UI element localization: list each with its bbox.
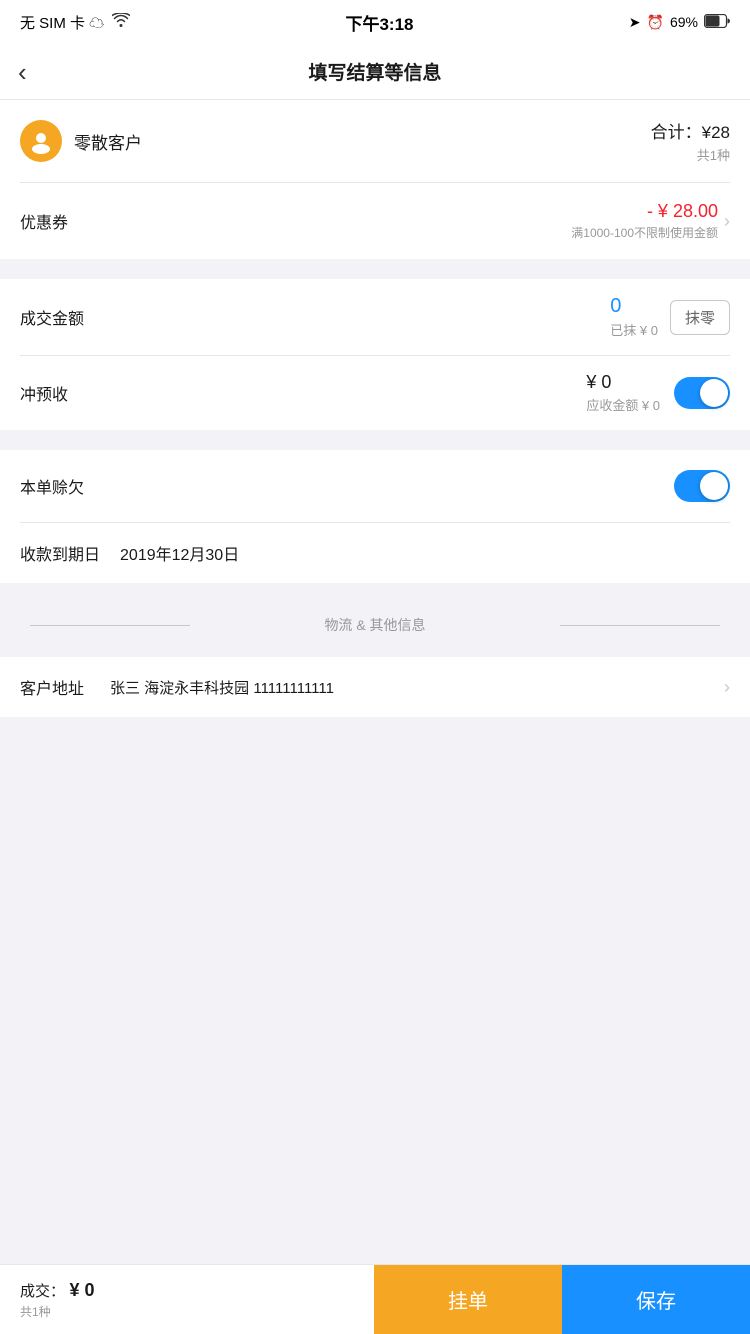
total-count: 共1种	[651, 145, 730, 164]
avatar	[20, 120, 62, 162]
footer-deal-row: 成交： ¥ 0	[20, 1280, 354, 1301]
debt-section: 本单赊欠 收款到期日 2019年12月30日	[0, 450, 750, 583]
coupon-right: - ¥ 28.00 满1000-100不限制使用金额 ›	[571, 201, 730, 241]
footer-count: 共1种	[20, 1303, 354, 1320]
coupon-row[interactable]: 优惠券 - ¥ 28.00 满1000-100不限制使用金额 ›	[0, 183, 750, 259]
save-button[interactable]: 保存	[562, 1265, 750, 1334]
customer-row: 零散客户 合计：¥28 共1种	[0, 100, 750, 182]
prepaid-row: 冲预收 ¥ 0 应收金额 ¥ 0	[0, 356, 750, 430]
footer-deal-amount: ¥ 0	[69, 1280, 94, 1300]
debt-toggle[interactable]	[674, 470, 730, 502]
prepaid-sub: 应收金额 ¥ 0	[586, 395, 660, 414]
coupon-info: - ¥ 28.00 满1000-100不限制使用金额	[571, 201, 718, 241]
prepaid-right: ¥ 0 应收金额 ¥ 0	[586, 372, 730, 414]
location-icon: ➤	[629, 14, 641, 31]
deal-amount-section: 成交金额 0 已抹 ¥ 0 抹零 冲预收 ¥ 0 应收金额 ¥ 0	[0, 279, 750, 430]
coupon-desc: 满1000-100不限制使用金额	[571, 224, 718, 241]
customer-name: 零散客户	[74, 129, 142, 154]
duedate-row: 收款到期日 2019年12月30日	[0, 523, 750, 583]
prepaid-toggle[interactable]	[674, 377, 730, 409]
debt-toggle-knob	[700, 472, 728, 500]
footer: 成交： ¥ 0 共1种 挂单 保存	[0, 1264, 750, 1334]
round-off-button[interactable]: 抹零	[670, 300, 730, 335]
coupon-label: 优惠券	[20, 209, 68, 233]
deal-amount-row: 成交金额 0 已抹 ¥ 0 抹零	[0, 279, 750, 355]
logistics-divider: 物流 & 其他信息	[0, 603, 750, 647]
duedate-value: 2019年12月30日	[120, 541, 239, 565]
bottom-space	[0, 727, 750, 927]
status-right: ➤ ⏰ 69%	[629, 14, 730, 31]
address-value: 张三 海淀永丰科技园 11111111111	[100, 677, 724, 698]
customer-total: 合计：¥28 共1种	[651, 118, 730, 164]
coupon-discount: - ¥ 28.00	[571, 201, 718, 222]
page-title: 填写结算等信息	[308, 58, 441, 85]
customer-left: 零散客户	[20, 120, 142, 162]
chevron-right-icon: ›	[724, 211, 730, 232]
toggle-knob	[700, 379, 728, 407]
address-chevron-icon: ›	[724, 677, 730, 698]
footer-info: 成交： ¥ 0 共1种	[0, 1280, 374, 1320]
deal-amount-right: 0 已抹 ¥ 0 抹零	[610, 295, 730, 339]
hold-button[interactable]: 挂单	[374, 1265, 562, 1334]
section-gap-4	[0, 647, 750, 657]
address-section: 客户地址 张三 海淀永丰科技园 11111111111 ›	[0, 657, 750, 717]
status-left: 无 SIM 卡 ☁	[20, 12, 130, 33]
logistics-label: 物流 & 其他信息	[312, 615, 437, 635]
deal-amount-sub: 已抹 ¥ 0	[610, 320, 658, 339]
address-row[interactable]: 客户地址 张三 海淀永丰科技园 11111111111 ›	[0, 657, 750, 717]
footer-deal-label: 成交：	[20, 1283, 65, 1300]
section-gap-2	[0, 440, 750, 450]
status-bar: 无 SIM 卡 ☁ 下午3:18 ➤ ⏰ 69%	[0, 0, 750, 44]
customer-section: 零散客户 合计：¥28 共1种 优惠券 - ¥ 28.00 满1000-100不…	[0, 100, 750, 259]
total-amount: 合计：¥28	[651, 118, 730, 143]
sim-label: 无 SIM 卡 ☁	[20, 12, 104, 33]
wifi-icon	[112, 13, 130, 31]
prepaid-amount: ¥ 0	[586, 372, 660, 393]
deal-amount-value: 0	[610, 295, 658, 318]
battery-icon	[704, 14, 730, 31]
prepaid-label: 冲预收	[20, 381, 68, 405]
debt-row: 本单赊欠	[0, 450, 750, 522]
address-label: 客户地址	[20, 675, 100, 699]
deal-amount-value-block: 0 已抹 ¥ 0	[610, 295, 658, 339]
duedate-label: 收款到期日	[20, 541, 100, 565]
battery-percent: 69%	[670, 14, 698, 30]
section-gap-3	[0, 593, 750, 603]
status-time: 下午3:18	[345, 10, 413, 35]
deal-amount-label: 成交金额	[20, 305, 100, 329]
alarm-icon: ⏰	[647, 14, 664, 31]
back-button[interactable]: ‹	[18, 59, 27, 85]
prepaid-value-block: ¥ 0 应收金额 ¥ 0	[586, 372, 660, 414]
section-gap-1	[0, 269, 750, 279]
debt-label: 本单赊欠	[20, 474, 84, 498]
nav-bar: ‹ 填写结算等信息	[0, 44, 750, 100]
